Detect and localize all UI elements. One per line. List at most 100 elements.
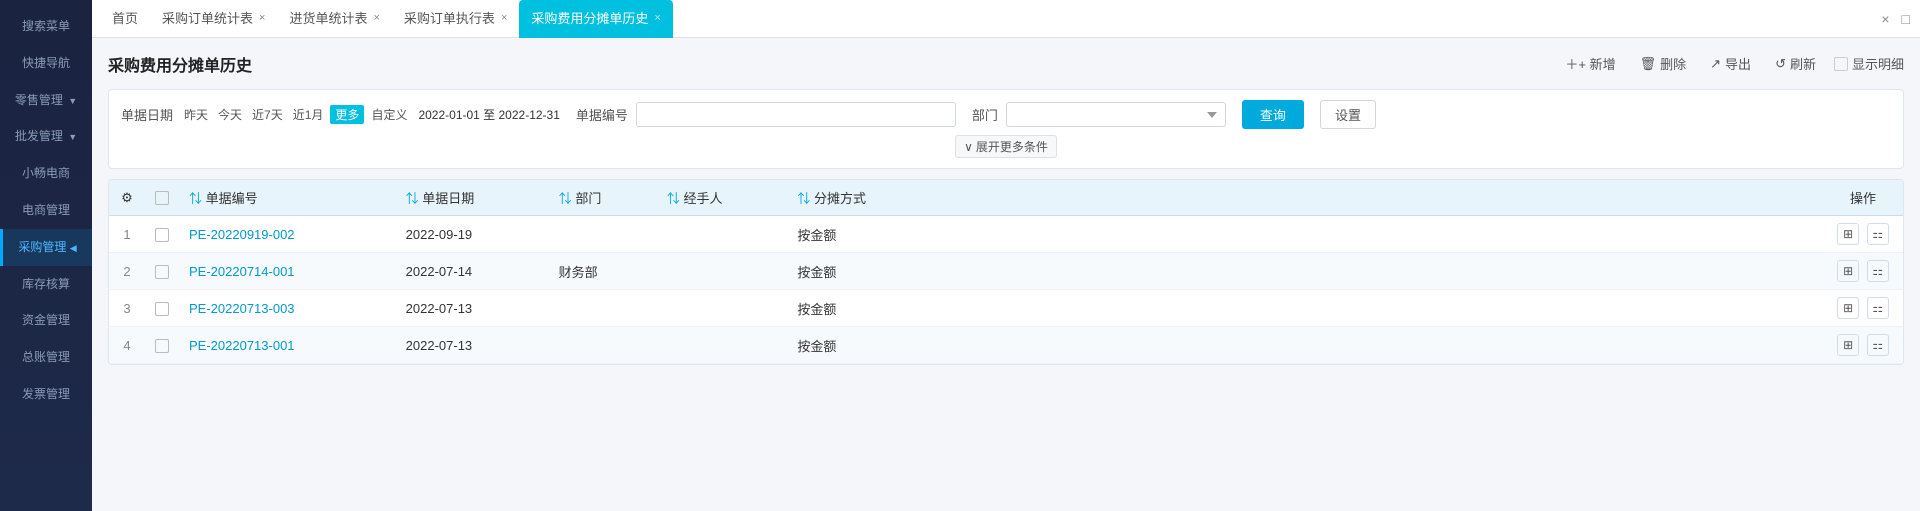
display-label: 显示明细 [1852,54,1904,73]
expand-more-button[interactable]: ∨ 展开更多条件 [955,135,1057,158]
toolbar: ＋ + 新增 🗑 删除 ↗ 导出 ↺ 刷新 显示明细 [1559,50,1904,77]
delete-button[interactable]: 🗑 删除 [1634,50,1693,77]
page-title: 采购费用分摊单历史 [108,52,252,76]
sidebar-item-ecshop[interactable]: 小畅电商 [0,155,92,192]
tab-home[interactable]: 首页 [100,0,150,38]
refresh-icon: ↺ [1775,56,1786,72]
tab-purchase-exec[interactable]: 采购订单执行表 × [392,0,519,38]
settings-button[interactable]: 设置 [1320,100,1376,129]
sidebar-item-wholesale[interactable]: 批发管理 ▼ [0,118,92,155]
dept-select[interactable] [1006,102,1226,127]
export-label: 导出 [1725,54,1751,73]
col-label-method: 分摊方式 [814,191,866,206]
sort-icon: ⇅ [797,191,810,206]
sidebar-item-quick-nav[interactable]: 快捷导航 [0,45,92,82]
sidebar-item-ledger[interactable]: 总账管理 [0,339,92,376]
close-icon[interactable]: × [501,12,507,24]
col-header-handler[interactable]: ⇅ 经手人 [657,180,788,216]
sidebar-item-label: 批发管理 [15,129,63,143]
main-content: 首页 采购订单统计表 × 进货单统计表 × 采购订单执行表 × 采购费用分摊单历… [92,0,1920,511]
sidebar-item-label: 库存核算 [22,277,70,291]
display-checkbox[interactable] [1834,57,1848,71]
row-date: 2022-07-13 [396,327,549,364]
close-icon[interactable]: × [259,12,265,24]
row-dept [549,216,657,253]
shortcut-more[interactable]: 更多 [330,105,364,124]
row-dept: 财务部 [549,253,657,290]
edit-action-button[interactable]: ⚏ [1867,297,1889,319]
orderno-link[interactable]: PE-20220713-003 [189,301,295,316]
select-all-header[interactable] [145,180,179,216]
shortcut-today[interactable]: 今天 [215,105,245,124]
export-button[interactable]: ↗ 导出 [1704,50,1757,77]
sidebar-item-search[interactable]: 搜索菜单 [0,8,92,45]
orderno-link[interactable]: PE-20220713-001 [189,338,295,353]
edit-action-button[interactable]: ⚏ [1867,260,1889,282]
tab-label: 首页 [112,8,138,27]
trash-icon: 🗑 [1640,56,1657,72]
shortcut-1month[interactable]: 近1月 [290,105,327,124]
sidebar-item-label: 零售管理 [15,93,63,107]
row-checkbox-cell [145,253,179,290]
select-all-checkbox[interactable] [155,191,169,205]
orderno-link[interactable]: PE-20220714-001 [189,264,295,279]
sidebar-item-invoice[interactable]: 发票管理 [0,376,92,413]
table-settings-header[interactable]: ⚙ [109,180,145,216]
view-action-button[interactable]: ⊞ [1837,260,1859,282]
close-icon[interactable]: × [654,12,660,24]
sidebar-item-finance[interactable]: 资金管理 [0,302,92,339]
view-action-button[interactable]: ⊞ [1837,297,1859,319]
edit-action-button[interactable]: ⚏ [1867,223,1889,245]
sidebar-item-retail[interactable]: 零售管理 ▼ [0,82,92,119]
tab-label: 采购订单执行表 [404,8,495,27]
col-header-dept[interactable]: ⇅ 部门 [549,180,657,216]
view-action-button[interactable]: ⊞ [1837,223,1859,245]
sidebar-item-ecommerce[interactable]: 电商管理 [0,192,92,229]
row-handler [657,290,788,327]
edit-action-button[interactable]: ⚏ [1867,334,1889,356]
expand-more-container: ∨ 展开更多条件 [121,135,1891,158]
maximize-button[interactable]: □ [1900,9,1912,29]
add-button[interactable]: ＋ + 新增 [1559,50,1621,77]
orderno-input[interactable] [636,102,956,127]
display-toggle[interactable]: 显示明细 [1834,54,1904,73]
row-checkbox[interactable] [155,339,169,353]
table-row: 2 PE-20220714-001 2022-07-14 财务部 按金额 ⊞ ⚏ [109,253,1903,290]
row-checkbox[interactable] [155,265,169,279]
table-container: ⚙ ⇅ 单据编号 ⇅ 单据日期 [108,179,1904,365]
chevron-down-icon: ▼ [68,132,77,142]
row-orderno: PE-20220713-001 [179,327,396,364]
close-icon[interactable]: × [373,12,379,24]
sidebar-item-label: 发票管理 [22,387,70,401]
sidebar-item-inventory[interactable]: 库存核算 [0,266,92,303]
tab-purchase-cost-history[interactable]: 采购费用分摊单历史 × [519,0,672,38]
row-checkbox-cell [145,290,179,327]
orderno-link[interactable]: PE-20220919-002 [189,227,295,242]
row-checkbox[interactable] [155,228,169,242]
gear-icon[interactable]: ⚙ [121,190,133,205]
shortcut-yesterday[interactable]: 昨天 [181,105,211,124]
close-all-tabs-button[interactable]: × [1879,9,1891,29]
row-checkbox[interactable] [155,302,169,316]
page-body: 采购费用分摊单历史 ＋ + 新增 🗑 删除 ↗ 导出 ↺ 刷新 [92,38,1920,511]
col-header-date[interactable]: ⇅ 单据日期 [396,180,549,216]
col-header-orderno[interactable]: ⇅ 单据编号 [179,180,396,216]
tab-inbound-stat[interactable]: 进货单统计表 × [277,0,391,38]
row-actions: ⊞ ⚏ [1823,216,1903,253]
table-row: 3 PE-20220713-003 2022-07-13 按金额 ⊞ ⚏ [109,290,1903,327]
col-header-method[interactable]: ⇅ 分摊方式 [787,180,1823,216]
refresh-button[interactable]: ↺ 刷新 [1769,50,1822,77]
chevron-down-icon: ▼ [68,96,77,106]
sidebar-item-label: 采购管理 [18,240,66,254]
view-action-button[interactable]: ⊞ [1837,334,1859,356]
query-button[interactable]: 查询 [1242,100,1304,129]
shortcut-7days[interactable]: 近7天 [249,105,286,124]
shortcut-custom[interactable]: 自定义 [368,105,410,124]
col-label-date: 单据日期 [422,191,474,206]
tab-purchase-order-stat[interactable]: 采购订单统计表 × [150,0,277,38]
row-actions: ⊞ ⚏ [1823,290,1903,327]
main-table: ⚙ ⇅ 单据编号 ⇅ 单据日期 [109,180,1903,364]
sidebar-item-purchase[interactable]: 采购管理 ◀ [0,229,92,266]
add-label: + 新增 [1578,54,1615,73]
chevron-down-icon: ∨ [964,140,973,154]
